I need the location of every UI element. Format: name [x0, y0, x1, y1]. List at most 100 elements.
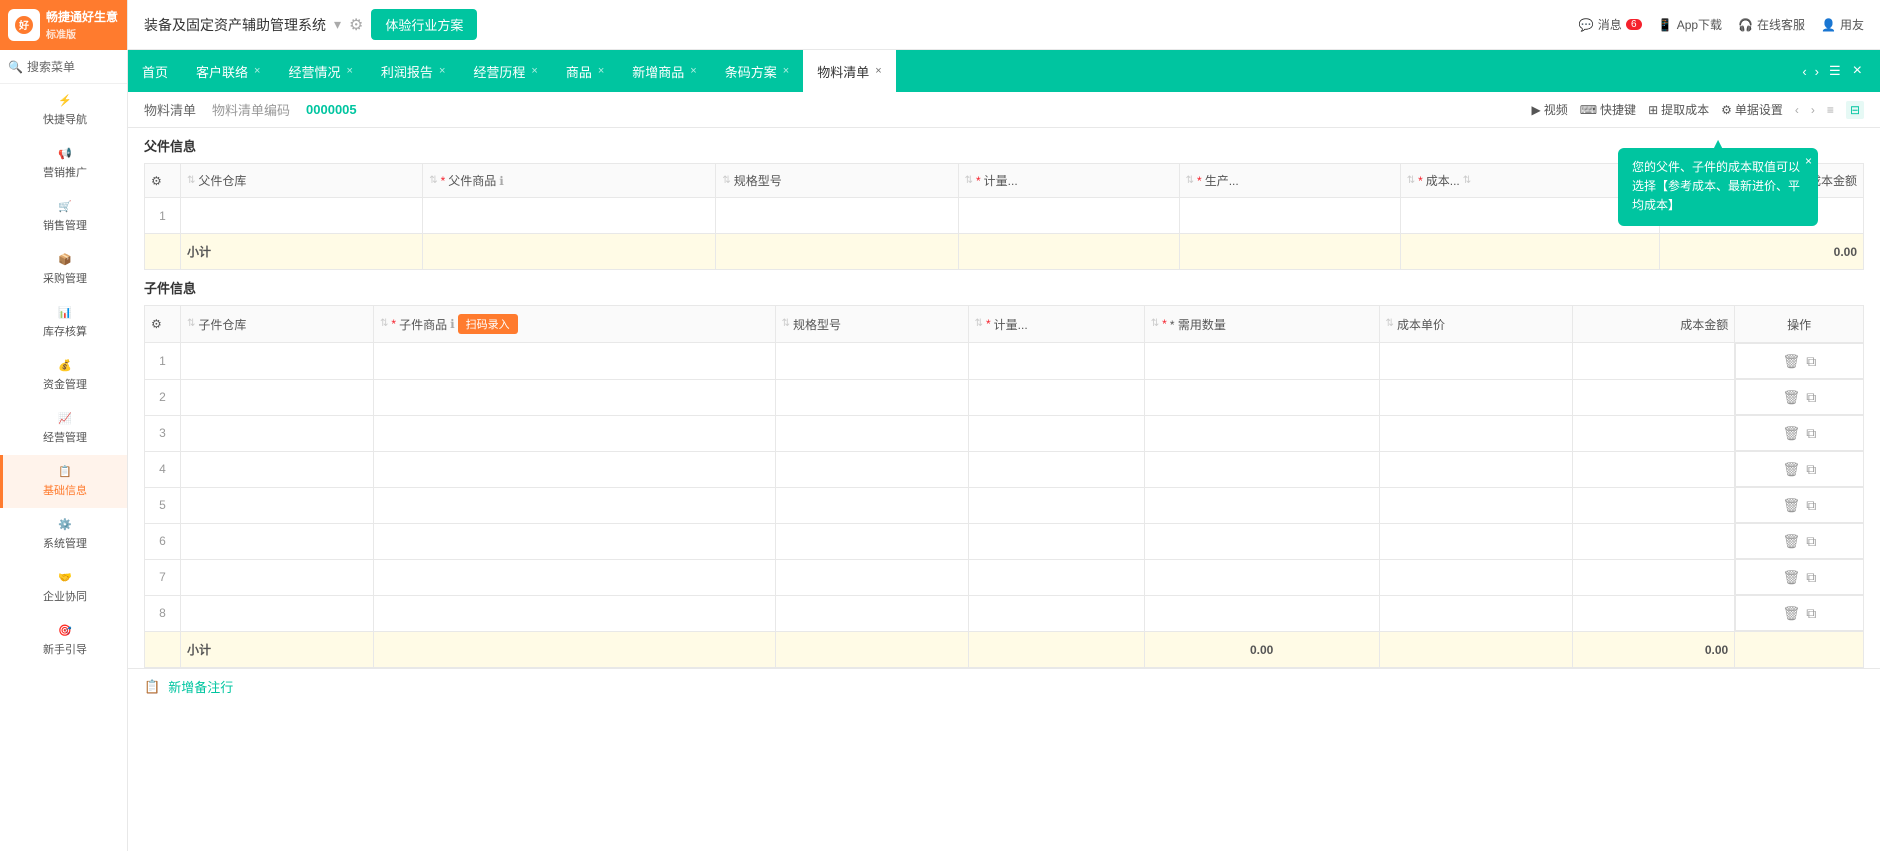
- copy-icon-1[interactable]: ⧉: [1806, 353, 1816, 370]
- tab-ops-status[interactable]: 经营情况 ×: [274, 50, 366, 92]
- child-qty-4[interactable]: [1144, 451, 1379, 487]
- add-note-label[interactable]: 新增备注行: [168, 677, 233, 696]
- online-service-action[interactable]: 🎧 在线客服: [1738, 16, 1805, 33]
- child-prod-4[interactable]: [374, 451, 776, 487]
- sort-warehouse-icon[interactable]: ⇅: [187, 176, 195, 186]
- tab-home[interactable]: 首页: [128, 50, 182, 92]
- child-prod-2[interactable]: [374, 379, 776, 415]
- child-uc-4[interactable]: [1379, 451, 1572, 487]
- child-qty-5[interactable]: [1144, 487, 1379, 523]
- view-action[interactable]: ▶ 视频: [1531, 101, 1567, 118]
- tab-customer[interactable]: 客户联络 ×: [182, 50, 274, 92]
- sidebar-item-basic[interactable]: 📋 基础信息: [0, 455, 127, 508]
- sidebar-item-guide[interactable]: 🎯 新手引导: [0, 614, 127, 667]
- child-uc-8[interactable]: [1379, 595, 1572, 632]
- delete-icon-4[interactable]: 🗑: [1782, 461, 1800, 478]
- extract-cost-action[interactable]: ⊞ 提取成本: [1648, 101, 1709, 118]
- tab-product-close[interactable]: ×: [598, 65, 604, 77]
- child-qty-7[interactable]: [1144, 559, 1379, 595]
- child-wh-7[interactable]: [181, 559, 374, 595]
- sort-extra[interactable]: ⇅: [1463, 176, 1471, 186]
- th-parent-settings[interactable]: ⚙: [145, 164, 181, 198]
- nav-prev-icon[interactable]: ‹: [1798, 64, 1810, 79]
- copy-icon-8[interactable]: ⧉: [1806, 605, 1816, 622]
- child-uc-5[interactable]: [1379, 487, 1572, 523]
- delete-icon-7[interactable]: 🗑: [1782, 569, 1800, 586]
- delete-icon-5[interactable]: 🗑: [1782, 497, 1800, 514]
- child-unit-8[interactable]: [968, 595, 1144, 632]
- parent-unit-cell[interactable]: [958, 198, 1179, 234]
- child-qty-2[interactable]: [1144, 379, 1379, 415]
- sort-child-qty[interactable]: ⇅: [1151, 319, 1159, 329]
- copy-icon-2[interactable]: ⧉: [1806, 389, 1816, 406]
- sort-cost-icon[interactable]: ⇅: [1407, 176, 1415, 186]
- child-prod-6[interactable]: [374, 523, 776, 559]
- list-view-icon[interactable]: ≡: [1827, 103, 1834, 117]
- child-uc-7[interactable]: [1379, 559, 1572, 595]
- scan-input-btn[interactable]: 扫码录入: [458, 314, 518, 334]
- nav-next-icon[interactable]: ›: [1811, 64, 1823, 79]
- delete-icon-2[interactable]: 🗑: [1782, 389, 1800, 406]
- sidebar-item-inventory[interactable]: 📊 库存核算: [0, 296, 127, 349]
- sidebar-item-sales[interactable]: 🛒 销售管理: [0, 190, 127, 243]
- sort-child-wh[interactable]: ⇅: [187, 319, 195, 329]
- child-uc-1[interactable]: [1379, 343, 1572, 380]
- child-qty-1[interactable]: [1144, 343, 1379, 380]
- tooltip-close-btn[interactable]: ×: [1805, 152, 1812, 171]
- sort-child-uc[interactable]: ⇅: [1386, 319, 1394, 329]
- shortcut-action[interactable]: ⌨ 快捷键: [1580, 101, 1636, 118]
- tab-add-product-close[interactable]: ×: [690, 65, 696, 77]
- parent-spec-cell[interactable]: [716, 198, 958, 234]
- sidebar-item-purchase[interactable]: 📦 采购管理: [0, 243, 127, 296]
- child-wh-4[interactable]: [181, 451, 374, 487]
- child-unit-4[interactable]: [968, 451, 1144, 487]
- tab-history-close[interactable]: ×: [531, 65, 537, 77]
- child-unit-6[interactable]: [968, 523, 1144, 559]
- tab-profit[interactable]: 利润报告 ×: [367, 50, 459, 92]
- child-ca-8[interactable]: [1572, 595, 1735, 632]
- child-prod-3[interactable]: [374, 415, 776, 451]
- copy-icon-5[interactable]: ⧉: [1806, 497, 1816, 514]
- delete-icon-8[interactable]: 🗑: [1782, 605, 1800, 622]
- sidebar-item-system[interactable]: ⚙️ 系统管理: [0, 508, 127, 561]
- sort-spec-icon[interactable]: ⇅: [722, 176, 730, 186]
- message-action[interactable]: 💬 消息 6: [1579, 16, 1642, 33]
- child-ca-7[interactable]: [1572, 559, 1735, 595]
- child-unit-1[interactable]: [968, 343, 1144, 380]
- nav-prev-page[interactable]: ‹: [1795, 103, 1799, 117]
- parent-production-cell[interactable]: [1179, 198, 1400, 234]
- child-uc-6[interactable]: [1379, 523, 1572, 559]
- child-uc-3[interactable]: [1379, 415, 1572, 451]
- child-prod-7[interactable]: [374, 559, 776, 595]
- child-prod-1[interactable]: [374, 343, 776, 380]
- copy-icon-4[interactable]: ⧉: [1806, 461, 1816, 478]
- child-spec-7[interactable]: [775, 559, 968, 595]
- tab-barcode-close[interactable]: ×: [783, 65, 789, 77]
- sidebar-item-marketing[interactable]: 📢 营销推广: [0, 137, 127, 190]
- copy-icon-7[interactable]: ⧉: [1806, 569, 1816, 586]
- tab-ops-close[interactable]: ×: [346, 65, 352, 77]
- sidebar-search[interactable]: 🔍 搜索菜单: [0, 50, 127, 84]
- th-child-settings[interactable]: ⚙: [145, 306, 181, 343]
- copy-icon-3[interactable]: ⧉: [1806, 425, 1816, 442]
- grid-view-icon[interactable]: ⊟: [1846, 101, 1864, 119]
- delete-icon-3[interactable]: 🗑: [1782, 425, 1800, 442]
- sidebar-item-corp[interactable]: 🤝 企业协同: [0, 561, 127, 614]
- sort-child-unit[interactable]: ⇅: [975, 319, 983, 329]
- delete-icon-6[interactable]: 🗑: [1782, 533, 1800, 550]
- tab-add-product[interactable]: 新增商品 ×: [618, 50, 710, 92]
- experience-button[interactable]: 体验行业方案: [371, 9, 477, 40]
- child-spec-6[interactable]: [775, 523, 968, 559]
- parent-warehouse-cell[interactable]: [181, 198, 423, 234]
- nav-next-page[interactable]: ›: [1811, 103, 1815, 117]
- child-ca-3[interactable]: [1572, 415, 1735, 451]
- child-wh-6[interactable]: [181, 523, 374, 559]
- sort-child-prod[interactable]: ⇅: [380, 319, 388, 329]
- tab-product[interactable]: 商品 ×: [552, 50, 618, 92]
- child-ca-4[interactable]: [1572, 451, 1735, 487]
- tab-history[interactable]: 经营历程 ×: [459, 50, 551, 92]
- child-wh-2[interactable]: [181, 379, 374, 415]
- dropdown-icon[interactable]: ▾: [334, 16, 341, 33]
- child-wh-5[interactable]: [181, 487, 374, 523]
- parent-product-cell[interactable]: [423, 198, 716, 234]
